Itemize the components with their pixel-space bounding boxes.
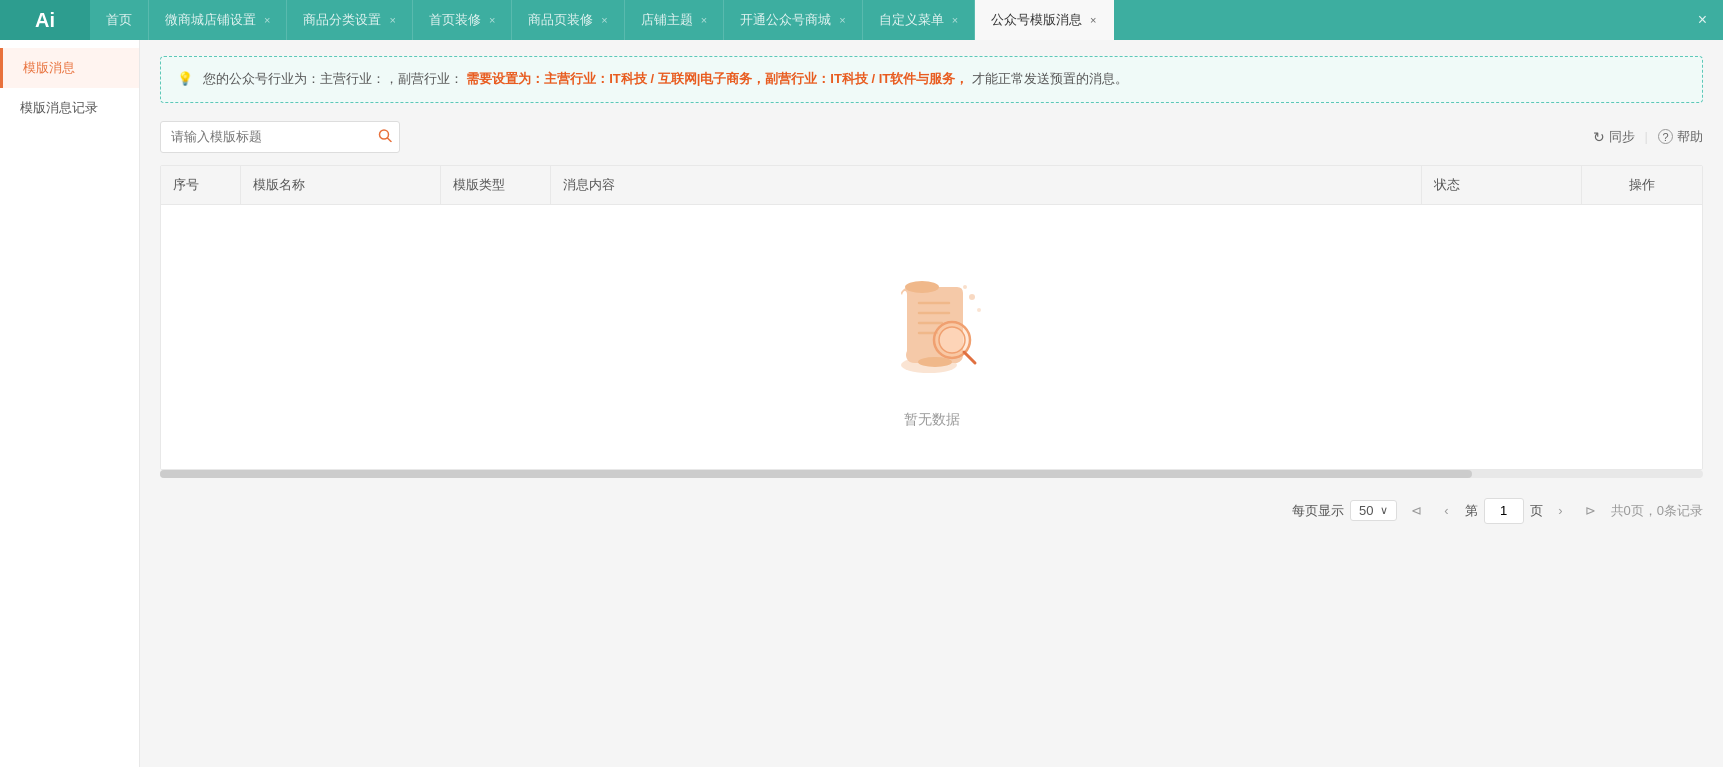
sidebar-item-template-record[interactable]: 模版消息记录 bbox=[0, 88, 139, 128]
col-header-action: 操作 bbox=[1582, 166, 1702, 204]
svg-point-3 bbox=[905, 281, 939, 293]
nav-tab-category[interactable]: 商品分类设置× bbox=[287, 0, 412, 40]
total-info: 共0页，0条记录 bbox=[1611, 502, 1703, 520]
help-button[interactable]: ? 帮助 bbox=[1658, 128, 1703, 146]
sync-icon: ↻ bbox=[1593, 129, 1605, 145]
table-header: 序号 模版名称 模版类型 消息内容 状态 操作 bbox=[161, 166, 1702, 205]
nav-tab-home[interactable]: 首页 bbox=[90, 0, 149, 40]
nav-tab-micro-shop[interactable]: 微商城店铺设置× bbox=[149, 0, 287, 40]
scroll-thumb bbox=[160, 470, 1472, 478]
last-page-button[interactable]: ⊳ bbox=[1579, 499, 1603, 523]
svg-point-10 bbox=[939, 327, 965, 353]
page-size-wrap: 每页显示 50 ∨ bbox=[1292, 500, 1396, 521]
close-tab-template-msg[interactable]: × bbox=[1090, 14, 1096, 26]
nav-tab-open-store[interactable]: 开通公众号商城× bbox=[724, 0, 862, 40]
close-tab-open-store[interactable]: × bbox=[839, 14, 845, 26]
sync-button[interactable]: ↻ 同步 bbox=[1593, 128, 1635, 146]
toolbar-divider: | bbox=[1645, 129, 1648, 144]
pagination: 每页显示 50 ∨ ⊲ ‹ 第 页 › ⊳ 共0页，0条记录 bbox=[160, 490, 1703, 528]
close-tab-custom-menu[interactable]: × bbox=[952, 14, 958, 26]
toolbar-right: ↻ 同步 | ? 帮助 bbox=[1593, 128, 1703, 146]
help-icon: ? bbox=[1658, 129, 1673, 144]
page-unit: 页 bbox=[1530, 502, 1543, 520]
nav-tab-custom-menu[interactable]: 自定义菜单× bbox=[863, 0, 975, 40]
search-button[interactable] bbox=[378, 128, 392, 145]
nav-tab-product-decor[interactable]: 商品页装修× bbox=[512, 0, 624, 40]
content-area: 💡 您的公众号行业为：主营行业：，副营行业： 需要设置为：主营行业：IT科技 /… bbox=[140, 40, 1723, 767]
col-header-name: 模版名称 bbox=[241, 166, 441, 204]
next-page-button[interactable]: › bbox=[1549, 499, 1573, 523]
page-word: 第 bbox=[1465, 502, 1478, 520]
col-header-seq: 序号 bbox=[161, 166, 241, 204]
main-layout: 模版消息模版消息记录 💡 您的公众号行业为：主营行业：，副营行业： 需要设置为：… bbox=[0, 40, 1723, 767]
sidebar: 模版消息模版消息记录 bbox=[0, 40, 140, 767]
brand-logo: Ai bbox=[0, 0, 90, 40]
close-tab-category[interactable]: × bbox=[389, 14, 395, 26]
top-nav: Ai 首页微商城店铺设置×商品分类设置×首页装修×商品页装修×店铺主题×开通公众… bbox=[0, 0, 1723, 40]
notice-text-after: 才能正常发送预置的消息。 bbox=[972, 71, 1128, 86]
close-tab-micro-shop[interactable]: × bbox=[264, 14, 270, 26]
col-header-type: 模版类型 bbox=[441, 166, 551, 204]
page-nav: ⊲ ‹ 第 页 › ⊳ bbox=[1405, 498, 1603, 524]
sidebar-item-template-msg[interactable]: 模版消息 bbox=[0, 48, 139, 88]
col-header-content: 消息内容 bbox=[551, 166, 1422, 204]
help-label: 帮助 bbox=[1677, 128, 1703, 146]
notice-highlight: 需要设置为：主营行业：IT科技 / 互联网|电子商务，副营行业：IT科技 / I… bbox=[466, 71, 968, 86]
notice-box: 💡 您的公众号行业为：主营行业：，副营行业： 需要设置为：主营行业：IT科技 /… bbox=[160, 56, 1703, 103]
close-tab-product-decor[interactable]: × bbox=[601, 14, 607, 26]
sync-label: 同步 bbox=[1609, 128, 1635, 146]
page-size-dropdown-icon: ∨ bbox=[1380, 504, 1388, 517]
nav-tab-home-decor[interactable]: 首页装修× bbox=[413, 0, 512, 40]
close-all-button[interactable]: × bbox=[1682, 11, 1723, 29]
svg-line-1 bbox=[388, 138, 392, 142]
empty-state: 暂无数据 bbox=[161, 205, 1702, 469]
close-tab-home-decor[interactable]: × bbox=[489, 14, 495, 26]
empty-icon bbox=[867, 265, 997, 395]
nav-tab-shop-theme[interactable]: 店铺主题× bbox=[625, 0, 724, 40]
search-bar: ↻ 同步 | ? 帮助 bbox=[160, 121, 1703, 153]
search-input[interactable] bbox=[160, 121, 400, 153]
close-tab-shop-theme[interactable]: × bbox=[701, 14, 707, 26]
nav-tab-template-msg[interactable]: 公众号模版消息× bbox=[975, 0, 1113, 40]
page-size-value: 50 bbox=[1359, 503, 1373, 518]
notice-text-before: 您的公众号行业为：主营行业：，副营行业： bbox=[203, 71, 463, 86]
svg-point-13 bbox=[977, 308, 981, 312]
svg-point-14 bbox=[963, 285, 967, 289]
col-header-status: 状态 bbox=[1422, 166, 1582, 204]
first-page-button[interactable]: ⊲ bbox=[1405, 499, 1429, 523]
page-number-input[interactable] bbox=[1484, 498, 1524, 524]
prev-page-button[interactable]: ‹ bbox=[1435, 499, 1459, 523]
notice-icon: 💡 bbox=[177, 71, 193, 86]
data-table: 序号 模版名称 模版类型 消息内容 状态 操作 bbox=[160, 165, 1703, 470]
search-input-wrap bbox=[160, 121, 400, 153]
horizontal-scrollbar[interactable] bbox=[160, 470, 1703, 478]
svg-line-11 bbox=[964, 352, 975, 363]
page-size-label: 每页显示 bbox=[1292, 502, 1344, 520]
page-size-select[interactable]: 50 ∨ bbox=[1350, 500, 1396, 521]
empty-text: 暂无数据 bbox=[904, 411, 960, 429]
svg-point-12 bbox=[969, 294, 975, 300]
